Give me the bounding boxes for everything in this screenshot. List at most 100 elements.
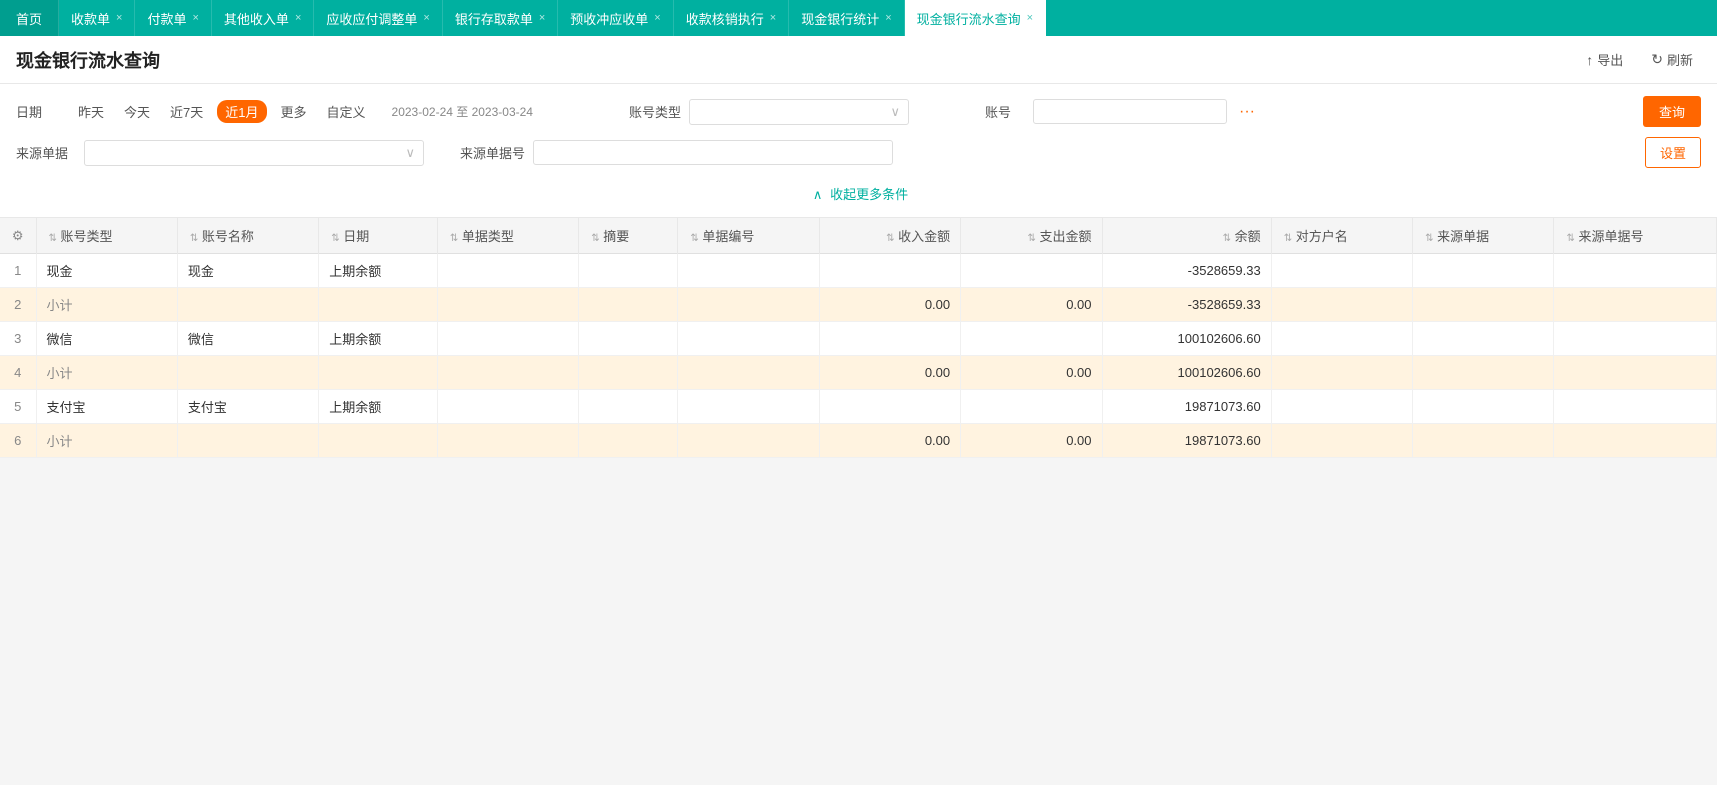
nav-tab[interactable]: 付款单× bbox=[135, 0, 211, 36]
cell-summary bbox=[579, 356, 678, 390]
cell-account_name bbox=[177, 288, 318, 322]
cell-balance: 100102606.60 bbox=[1102, 322, 1271, 356]
cell-account_type: 小计 bbox=[36, 424, 177, 458]
cell-date: 上期余额 bbox=[319, 254, 438, 288]
cell-doc_no bbox=[678, 288, 819, 322]
filter-row-date: 日期 昨天今天近7天近1月更多自定义 2023-02-24 至 2023-03-… bbox=[16, 96, 1701, 127]
tab-close-icon[interactable]: × bbox=[1027, 12, 1033, 24]
tab-close-icon[interactable]: × bbox=[539, 12, 545, 24]
cell-summary bbox=[579, 390, 678, 424]
source-doc-label: 来源单据 bbox=[16, 143, 68, 162]
date-option-button[interactable]: 更多 bbox=[275, 100, 313, 123]
cell-summary bbox=[579, 322, 678, 356]
collapse-bar[interactable]: ∧ 收起更多条件 bbox=[16, 178, 1701, 205]
nav-tab[interactable]: 银行存取款单× bbox=[443, 0, 558, 36]
cell-income: 0.00 bbox=[819, 356, 960, 390]
table-row: 6小计0.000.0019871073.60 bbox=[0, 424, 1717, 458]
account-input[interactable] bbox=[1042, 104, 1218, 119]
th-date-sort-icon: ⇅ bbox=[331, 233, 339, 244]
cell-expense bbox=[961, 322, 1102, 356]
cell-counterpart bbox=[1271, 254, 1412, 288]
tab-close-icon[interactable]: × bbox=[116, 12, 122, 24]
source-doc-chevron-icon: ∨ bbox=[406, 145, 416, 161]
nav-tab[interactable]: 其他收入单× bbox=[212, 0, 314, 36]
cell-income: 0.00 bbox=[819, 424, 960, 458]
header-actions: ↑ 导出 ↻ 刷新 bbox=[1578, 46, 1701, 73]
account-input-wrap bbox=[1033, 99, 1227, 124]
nav-tab[interactable]: 应收应付调整单× bbox=[314, 0, 442, 36]
query-button[interactable]: 查询 bbox=[1643, 96, 1701, 127]
account-dots-button[interactable]: ··· bbox=[1235, 103, 1259, 121]
cell-account_name bbox=[177, 424, 318, 458]
cell-balance: 19871073.60 bbox=[1102, 424, 1271, 458]
table-gear-icon[interactable]: ⚙ bbox=[12, 228, 24, 243]
cell-source_doc bbox=[1413, 322, 1554, 356]
cell-doc_type bbox=[437, 254, 578, 288]
cell-doc_no bbox=[678, 322, 819, 356]
cell-account_type: 现金 bbox=[36, 254, 177, 288]
tab-close-icon[interactable]: × bbox=[192, 12, 198, 24]
date-option-button[interactable]: 今天 bbox=[118, 100, 156, 123]
date-option-button[interactable]: 近7天 bbox=[164, 100, 209, 123]
tab-close-icon[interactable]: × bbox=[885, 12, 891, 24]
cell-source_doc_no bbox=[1554, 424, 1717, 458]
cell-income bbox=[819, 322, 960, 356]
th-expense-sort-icon: ⇅ bbox=[1027, 233, 1035, 244]
cell-expense: 0.00 bbox=[961, 424, 1102, 458]
cell-account_type: 小计 bbox=[36, 288, 177, 322]
table-header: ⚙ ⇅ 账号类型 ⇅ 账号名称 ⇅ 日期 ⇅ 单据类型 ⇅ 摘要 ⇅ 单据编号 … bbox=[0, 218, 1717, 254]
table-body: 1现金现金上期余额-3528659.332小计0.000.00-3528659.… bbox=[0, 254, 1717, 458]
refresh-icon: ↻ bbox=[1651, 51, 1663, 68]
source-doc-select[interactable]: ∨ bbox=[84, 140, 424, 166]
th-source-doc-no: ⇅ 来源单据号 bbox=[1554, 218, 1717, 254]
col-gear: ⚙ bbox=[0, 218, 36, 254]
th-source-doc-no-sort-icon: ⇅ bbox=[1566, 233, 1574, 244]
cell-expense: 0.00 bbox=[961, 356, 1102, 390]
th-doc-type-sort-icon: ⇅ bbox=[450, 233, 458, 244]
cell-counterpart bbox=[1271, 322, 1412, 356]
nav-tab[interactable]: 现金银行流水查询× bbox=[905, 0, 1046, 36]
nav-tab[interactable]: 现金银行统计× bbox=[789, 0, 904, 36]
date-option-button[interactable]: 近1月 bbox=[217, 100, 266, 123]
tab-close-icon[interactable]: × bbox=[770, 12, 776, 24]
th-balance: ⇅ 余额 bbox=[1102, 218, 1271, 254]
th-income: ⇅ 收入金额 bbox=[819, 218, 960, 254]
nav-tab[interactable]: 首页 bbox=[0, 0, 59, 36]
collapse-label: 收起更多条件 bbox=[830, 187, 908, 202]
row-num: 1 bbox=[0, 254, 36, 288]
export-label: 导出 bbox=[1597, 50, 1623, 69]
nav-tab[interactable]: 收款核销执行× bbox=[674, 0, 789, 36]
cell-summary bbox=[579, 424, 678, 458]
nav-tab[interactable]: 收款单× bbox=[59, 0, 135, 36]
th-date: ⇅ 日期 bbox=[319, 218, 438, 254]
cell-doc_type bbox=[437, 356, 578, 390]
date-option-button[interactable]: 昨天 bbox=[72, 100, 110, 123]
cell-source_doc_no bbox=[1554, 254, 1717, 288]
cell-account_name: 现金 bbox=[177, 254, 318, 288]
export-button[interactable]: ↑ 导出 bbox=[1578, 46, 1631, 73]
source-doc-no-input[interactable] bbox=[542, 145, 884, 160]
date-option-button[interactable]: 自定义 bbox=[321, 100, 372, 123]
cell-account_type: 微信 bbox=[36, 322, 177, 356]
th-account-name-sort-icon: ⇅ bbox=[190, 233, 198, 244]
table-row: 2小计0.000.00-3528659.33 bbox=[0, 288, 1717, 322]
setting-button[interactable]: 设置 bbox=[1645, 137, 1701, 168]
tab-close-icon[interactable]: × bbox=[295, 12, 301, 24]
tab-close-icon[interactable]: × bbox=[654, 12, 660, 24]
data-table: ⚙ ⇅ 账号类型 ⇅ 账号名称 ⇅ 日期 ⇅ 单据类型 ⇅ 摘要 ⇅ 单据编号 … bbox=[0, 218, 1717, 458]
chevron-down-icon: ∨ bbox=[890, 104, 900, 120]
cell-balance: -3528659.33 bbox=[1102, 288, 1271, 322]
table-row: 3微信微信上期余额100102606.60 bbox=[0, 322, 1717, 356]
cell-doc_no bbox=[678, 424, 819, 458]
tab-close-icon[interactable]: × bbox=[423, 12, 429, 24]
export-icon: ↑ bbox=[1586, 52, 1593, 68]
refresh-label: 刷新 bbox=[1667, 50, 1693, 69]
cell-date: 上期余额 bbox=[319, 322, 438, 356]
row-num: 2 bbox=[0, 288, 36, 322]
nav-tab[interactable]: 预收冲应收单× bbox=[558, 0, 673, 36]
refresh-button[interactable]: ↻ 刷新 bbox=[1643, 46, 1701, 73]
account-type-select[interactable]: ∨ bbox=[689, 99, 909, 125]
row-num: 4 bbox=[0, 356, 36, 390]
row-num: 5 bbox=[0, 390, 36, 424]
th-expense: ⇅ 支出金额 bbox=[961, 218, 1102, 254]
